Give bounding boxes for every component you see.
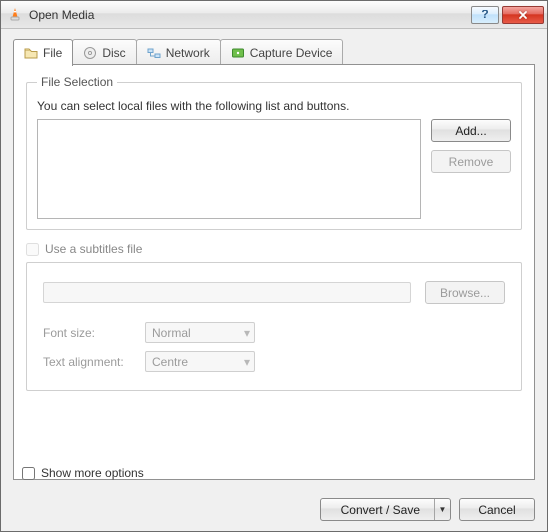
- file-selection-help: You can select local files with the foll…: [37, 99, 511, 113]
- disc-icon: [83, 46, 97, 60]
- show-more-row: Show more options: [22, 466, 144, 480]
- subtitles-group: Browse... Font size: Normal ▾ Text align…: [26, 262, 522, 391]
- browse-button: Browse...: [425, 281, 505, 304]
- font-size-label: Font size:: [43, 326, 139, 340]
- tab-disc-label: Disc: [102, 46, 125, 60]
- convert-save-dropdown[interactable]: ▼: [434, 499, 450, 520]
- file-icon: [24, 46, 38, 60]
- svg-text:?: ?: [481, 10, 488, 20]
- tab-capture[interactable]: Capture Device: [220, 39, 344, 65]
- tab-file[interactable]: File: [13, 39, 73, 66]
- open-media-dialog: { "window": { "title": "Open Media" }, "…: [0, 0, 548, 532]
- tab-network-label: Network: [166, 46, 210, 60]
- show-more-label: Show more options: [41, 466, 144, 480]
- app-icon: [7, 7, 23, 23]
- show-more-checkbox[interactable]: [22, 467, 35, 480]
- use-subtitles-checkbox[interactable]: [26, 243, 39, 256]
- window-controls: ?: [471, 6, 544, 24]
- font-size-value: Normal: [152, 326, 191, 340]
- tab-strip: File Disc Network Capture Device: [13, 39, 535, 65]
- client-area: File Disc Network Capture Device: [1, 29, 547, 490]
- window-title: Open Media: [29, 8, 465, 22]
- tab-disc[interactable]: Disc: [72, 39, 136, 65]
- tab-capture-label: Capture Device: [250, 46, 333, 60]
- chevron-down-icon: ▾: [244, 326, 250, 340]
- alignment-combo: Centre ▾: [145, 351, 255, 372]
- use-subtitles-label: Use a subtitles file: [45, 242, 142, 256]
- file-selection-legend: File Selection: [37, 75, 117, 89]
- alignment-value: Centre: [152, 355, 188, 369]
- tab-panel-file: File Selection You can select local file…: [13, 64, 535, 480]
- use-subtitles-row: Use a subtitles file: [26, 242, 522, 256]
- title-bar: Open Media ?: [1, 1, 547, 29]
- convert-save-label: Convert / Save: [331, 503, 430, 517]
- alignment-label: Text alignment:: [43, 355, 139, 369]
- convert-save-button[interactable]: Convert / Save ▼: [320, 498, 451, 521]
- help-button[interactable]: ?: [471, 6, 499, 24]
- file-list[interactable]: [37, 119, 421, 219]
- file-selection-group: File Selection You can select local file…: [26, 75, 522, 230]
- cancel-button[interactable]: Cancel: [459, 498, 535, 521]
- font-size-combo: Normal ▾: [145, 322, 255, 343]
- triangle-down-icon: ▼: [439, 505, 447, 514]
- add-button[interactable]: Add...: [431, 119, 511, 142]
- dialog-footer: Convert / Save ▼ Cancel: [1, 490, 547, 531]
- network-icon: [147, 46, 161, 60]
- tab-network[interactable]: Network: [136, 39, 221, 65]
- chevron-down-icon: ▾: [244, 355, 250, 369]
- subtitles-path-input: [43, 282, 411, 303]
- capture-icon: [231, 46, 245, 60]
- remove-button: Remove: [431, 150, 511, 173]
- close-button[interactable]: [502, 6, 544, 24]
- tab-file-label: File: [43, 46, 62, 60]
